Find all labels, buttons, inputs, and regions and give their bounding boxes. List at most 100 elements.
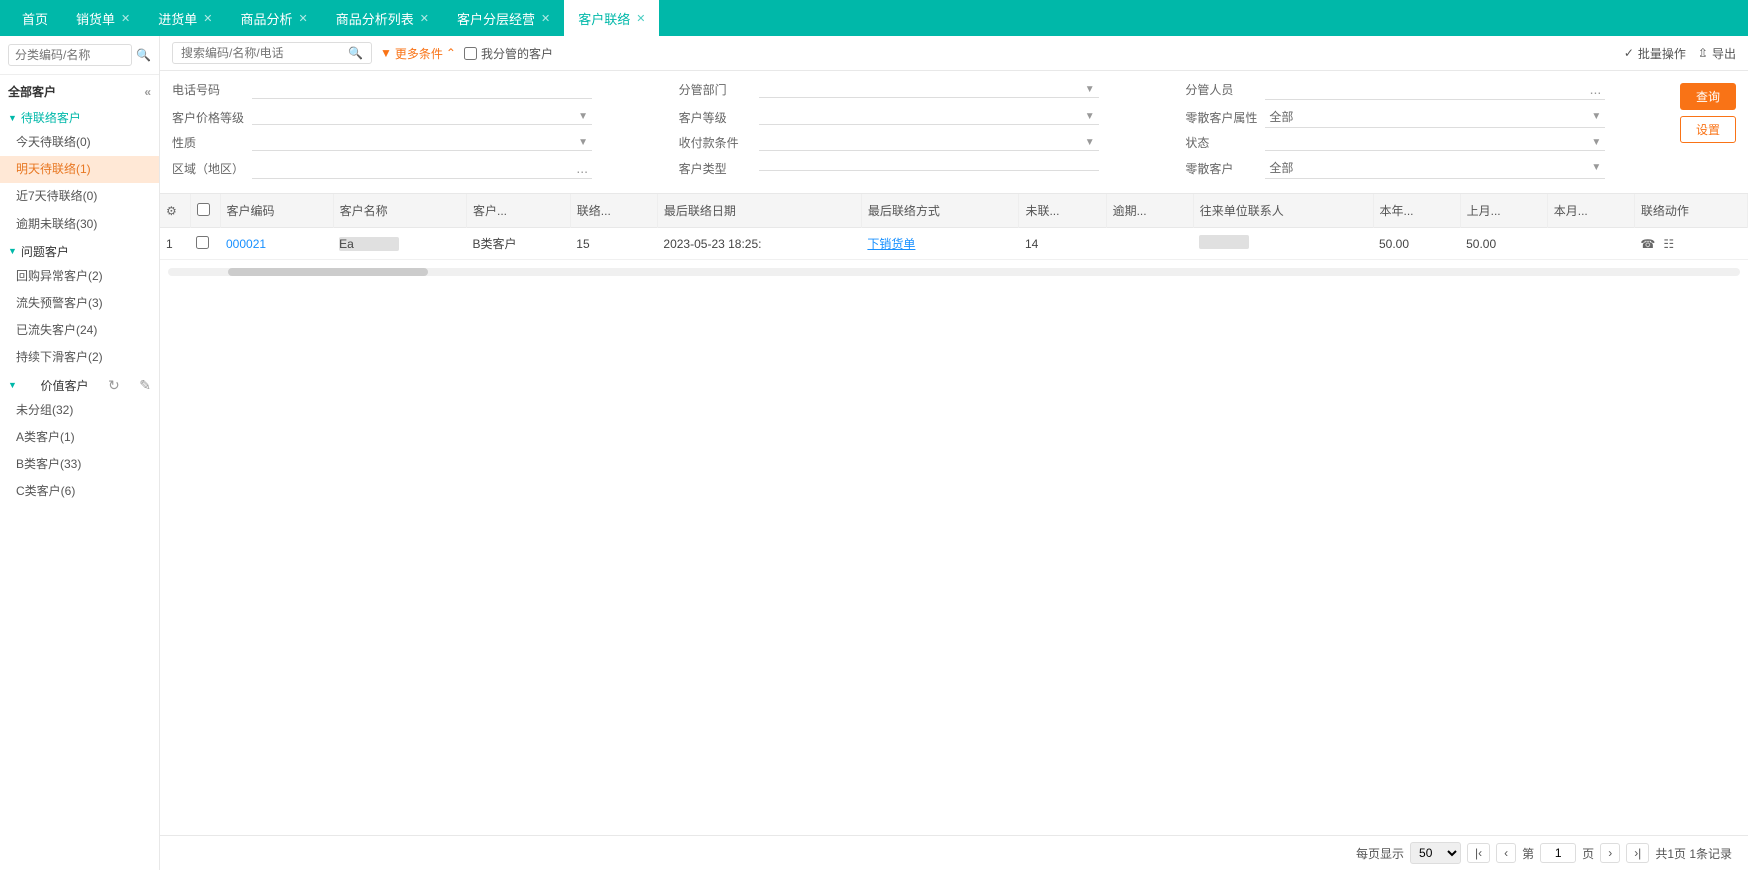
phone-action-icon[interactable]: ☎ xyxy=(1640,237,1655,251)
price-grade-select[interactable]: ▼ xyxy=(252,109,592,125)
customer-type-select[interactable] xyxy=(759,166,1099,171)
sidebar-item-lost[interactable]: 已流失客户(24) xyxy=(0,317,159,344)
col-actions: 联络动作 xyxy=(1634,194,1747,228)
next-page-btn[interactable]: › xyxy=(1600,843,1620,863)
search-icon[interactable]: 🔍 xyxy=(136,48,151,62)
col-customer-code: 客户编码 xyxy=(220,194,333,228)
row-checkbox[interactable] xyxy=(196,236,209,249)
status-label: 状态 xyxy=(1185,134,1265,151)
filter-phone-cell: 电话号码 xyxy=(172,80,651,99)
cell-checkbox xyxy=(190,228,220,260)
filter-payment-cell: 收付款条件 ▼ xyxy=(679,134,1158,151)
sidebar-search-input[interactable] xyxy=(8,44,132,66)
my-customers-checkbox-label[interactable]: 我分管的客户 xyxy=(464,45,553,62)
chevron-up-icon: ⌃ xyxy=(446,46,456,60)
close-icon[interactable]: ✕ xyxy=(541,12,550,25)
nav-home[interactable]: 首页 xyxy=(8,0,62,36)
retail-customer-label: 零散客户 xyxy=(1185,160,1265,177)
sidebar-item-today-pending[interactable]: 今天待联络(0) xyxy=(0,129,159,156)
edit-icon[interactable]: ✎ xyxy=(139,377,151,394)
close-icon[interactable]: ✕ xyxy=(121,12,130,25)
refresh-icon[interactable]: ↻ xyxy=(108,377,120,394)
nav-product-analysis[interactable]: 商品分析 ✕ xyxy=(226,0,321,36)
gender-label: 性质 xyxy=(172,134,252,151)
col-unlinkdays: 未联... xyxy=(1019,194,1106,228)
manager-more-icon[interactable]: ... xyxy=(1590,81,1602,97)
grid-action-icon[interactable]: ☷ xyxy=(1663,237,1674,251)
col-last-contact-method: 最后联络方式 xyxy=(861,194,1019,228)
top-navigation: 首页 销货单 ✕ 进货单 ✕ 商品分析 ✕ 商品分析列表 ✕ 客户分层经营 ✕ … xyxy=(0,0,1748,36)
cell-name: Ea xyxy=(333,228,466,260)
filter-region-cell: 区域（地区） ... xyxy=(172,158,651,179)
col-last-month: 上月... xyxy=(1460,194,1547,228)
search-input[interactable] xyxy=(181,46,348,60)
sidebar-item-c-class[interactable]: C类客户(6) xyxy=(0,478,159,505)
manager-label: 分管人员 xyxy=(1185,81,1265,98)
export-btn[interactable]: ⇫ 导出 xyxy=(1698,45,1736,62)
sidebar-item-ungrouped[interactable]: 未分组(32) xyxy=(0,397,159,424)
sidebar-item-repurchase-abnormal[interactable]: 回购异常客户(2) xyxy=(0,263,159,290)
prev-page-btn[interactable]: ‹ xyxy=(1496,843,1516,863)
all-customers-header: 全部客户 « xyxy=(0,75,159,104)
chevron-down-icon: ▼ xyxy=(1085,111,1095,122)
more-conditions-btn[interactable]: ▼ 更多条件 ⌃ xyxy=(380,45,456,62)
cell-last-method: 下销货单 xyxy=(861,228,1019,260)
batch-operation-btn[interactable]: ✓ 批量操作 xyxy=(1624,45,1686,62)
filter-row-4: 区域（地区） ... 客户类型 零散客户 xyxy=(172,157,1664,179)
scroll-thumb[interactable] xyxy=(228,268,428,276)
gender-select[interactable]: ▼ xyxy=(252,135,592,151)
phone-input[interactable] xyxy=(252,80,592,99)
sidebar-item-week-pending[interactable]: 近7天待联络(0) xyxy=(0,183,159,210)
chevron-down-icon: ▼ xyxy=(578,137,588,148)
close-icon[interactable]: ✕ xyxy=(636,12,645,25)
my-customers-checkbox[interactable] xyxy=(464,47,477,60)
settings-icon[interactable]: ⚙ xyxy=(166,204,177,218)
sidebar-item-a-class[interactable]: A类客户(1) xyxy=(0,424,159,451)
export-icon: ⇫ xyxy=(1698,46,1708,60)
col-current-month: 本月... xyxy=(1547,194,1634,228)
set-button[interactable]: 设置 xyxy=(1680,116,1736,143)
chevron-down-icon: ▼ xyxy=(1591,162,1601,173)
horizontal-scrollbar[interactable] xyxy=(168,268,1740,276)
col-current-year: 本年... xyxy=(1373,194,1460,228)
collapse-icon[interactable]: « xyxy=(144,85,151,99)
chevron-down-icon: ▼ xyxy=(1085,137,1095,148)
retail-attr-label: 零散客户属性 xyxy=(1185,109,1265,126)
nav-product-analysis-list[interactable]: 商品分析列表 ✕ xyxy=(322,0,443,36)
close-icon[interactable]: ✕ xyxy=(203,12,212,25)
cell-category: B类客户 xyxy=(466,228,570,260)
retail-attr-select[interactable]: 全部 ▼ xyxy=(1265,106,1605,128)
query-button[interactable]: 查询 xyxy=(1680,83,1736,110)
cell-unlinkdays: 14 xyxy=(1019,228,1106,260)
status-select[interactable]: ▼ xyxy=(1265,135,1605,151)
filter-gender-cell: 性质 ▼ xyxy=(172,134,651,151)
customer-grade-select[interactable]: ▼ xyxy=(759,109,1099,125)
nav-purchase-order[interactable]: 进货单 ✕ xyxy=(144,0,226,36)
retail-customer-select[interactable]: 全部 ▼ xyxy=(1265,157,1605,179)
close-icon[interactable]: ✕ xyxy=(420,12,429,25)
nav-customer-contact[interactable]: 客户联络 ✕ xyxy=(564,0,659,36)
region-more-icon[interactable]: ... xyxy=(576,160,588,176)
first-page-btn[interactable]: |‹ xyxy=(1467,843,1490,863)
payment-select[interactable]: ▼ xyxy=(759,135,1099,151)
sidebar-item-tomorrow-pending[interactable]: 明天待联络(1) xyxy=(0,156,159,183)
close-icon[interactable]: ✕ xyxy=(299,12,308,25)
content-area: 🔍 ▼ 更多条件 ⌃ 我分管的客户 ✓ 批量操作 ⇫ 导出 xyxy=(160,36,1748,870)
last-page-btn[interactable]: ›| xyxy=(1626,843,1649,863)
cell-actions: ☎ ☷ xyxy=(1634,228,1747,260)
nav-sales-order[interactable]: 销货单 ✕ xyxy=(62,0,144,36)
nav-customer-tier[interactable]: 客户分层经营 ✕ xyxy=(443,0,564,36)
filter-icon: ▼ xyxy=(380,46,392,60)
search-icon[interactable]: 🔍 xyxy=(348,46,363,60)
sidebar-item-declining[interactable]: 持续下滑客户(2) xyxy=(0,344,159,371)
chevron-down-icon: ▼ xyxy=(1591,111,1601,122)
sidebar-item-churn-warning[interactable]: 流失预警客户(3) xyxy=(0,290,159,317)
sidebar-item-b-class[interactable]: B类客户(33) xyxy=(0,451,159,478)
dept-select[interactable]: ▼ xyxy=(759,82,1099,98)
sidebar-item-overdue-pending[interactable]: 逾期未联络(30) xyxy=(0,211,159,238)
page-number-input[interactable] xyxy=(1540,843,1576,863)
select-all-checkbox[interactable] xyxy=(197,203,210,216)
per-page-select[interactable]: 50 100 xyxy=(1410,842,1461,864)
col-gear: ⚙ xyxy=(160,194,190,228)
chevron-down-icon: ▼ xyxy=(1591,137,1601,148)
